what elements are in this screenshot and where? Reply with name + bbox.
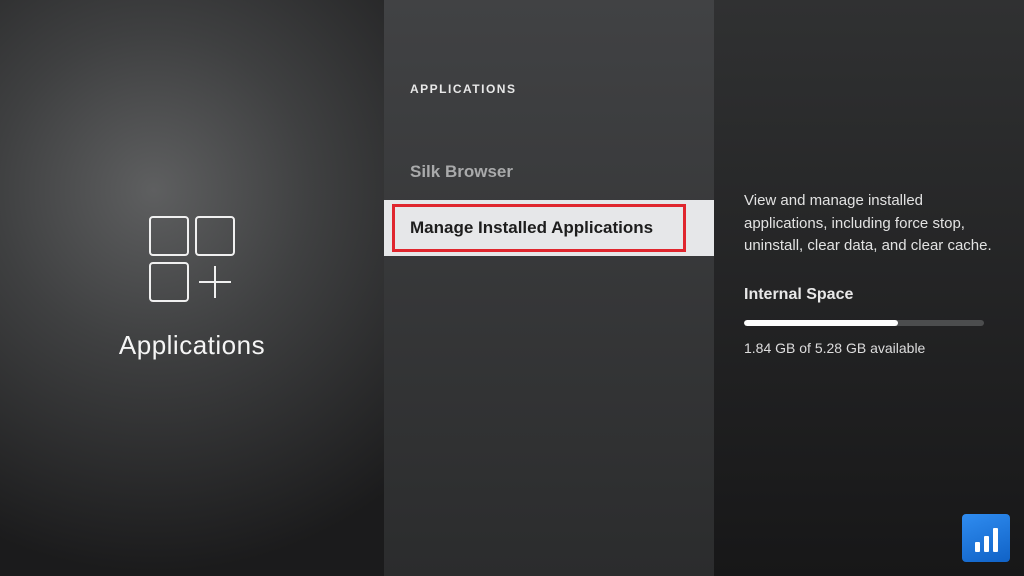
option-description: View and manage installed applications, …: [744, 190, 994, 258]
left-panel: Applications: [0, 0, 384, 576]
icon-square-tl: [149, 216, 189, 256]
storage-bar: [744, 320, 984, 326]
plus-icon: [195, 262, 235, 302]
middle-panel: APPLICATIONS Silk Browser Manage Install…: [384, 0, 714, 576]
internal-space-title: Internal Space: [744, 286, 994, 304]
storage-text: 1.84 GB of 5.28 GB available: [744, 340, 994, 356]
icon-square-bl: [149, 262, 189, 302]
menu-item-silk-browser[interactable]: Silk Browser: [384, 144, 714, 200]
icon-square-tr: [195, 216, 235, 256]
storage-bar-fill: [744, 320, 898, 326]
left-panel-title: Applications: [119, 330, 265, 361]
section-header: APPLICATIONS: [384, 82, 714, 96]
settings-screen: Applications APPLICATIONS Silk Browser M…: [0, 0, 1024, 576]
applications-icon: [149, 216, 235, 302]
right-panel: View and manage installed applications, …: [714, 0, 1024, 576]
stats-badge-icon[interactable]: [962, 514, 1010, 562]
bar-chart-icon: [975, 528, 998, 552]
menu-item-manage-installed-applications[interactable]: Manage Installed Applications: [384, 200, 714, 256]
